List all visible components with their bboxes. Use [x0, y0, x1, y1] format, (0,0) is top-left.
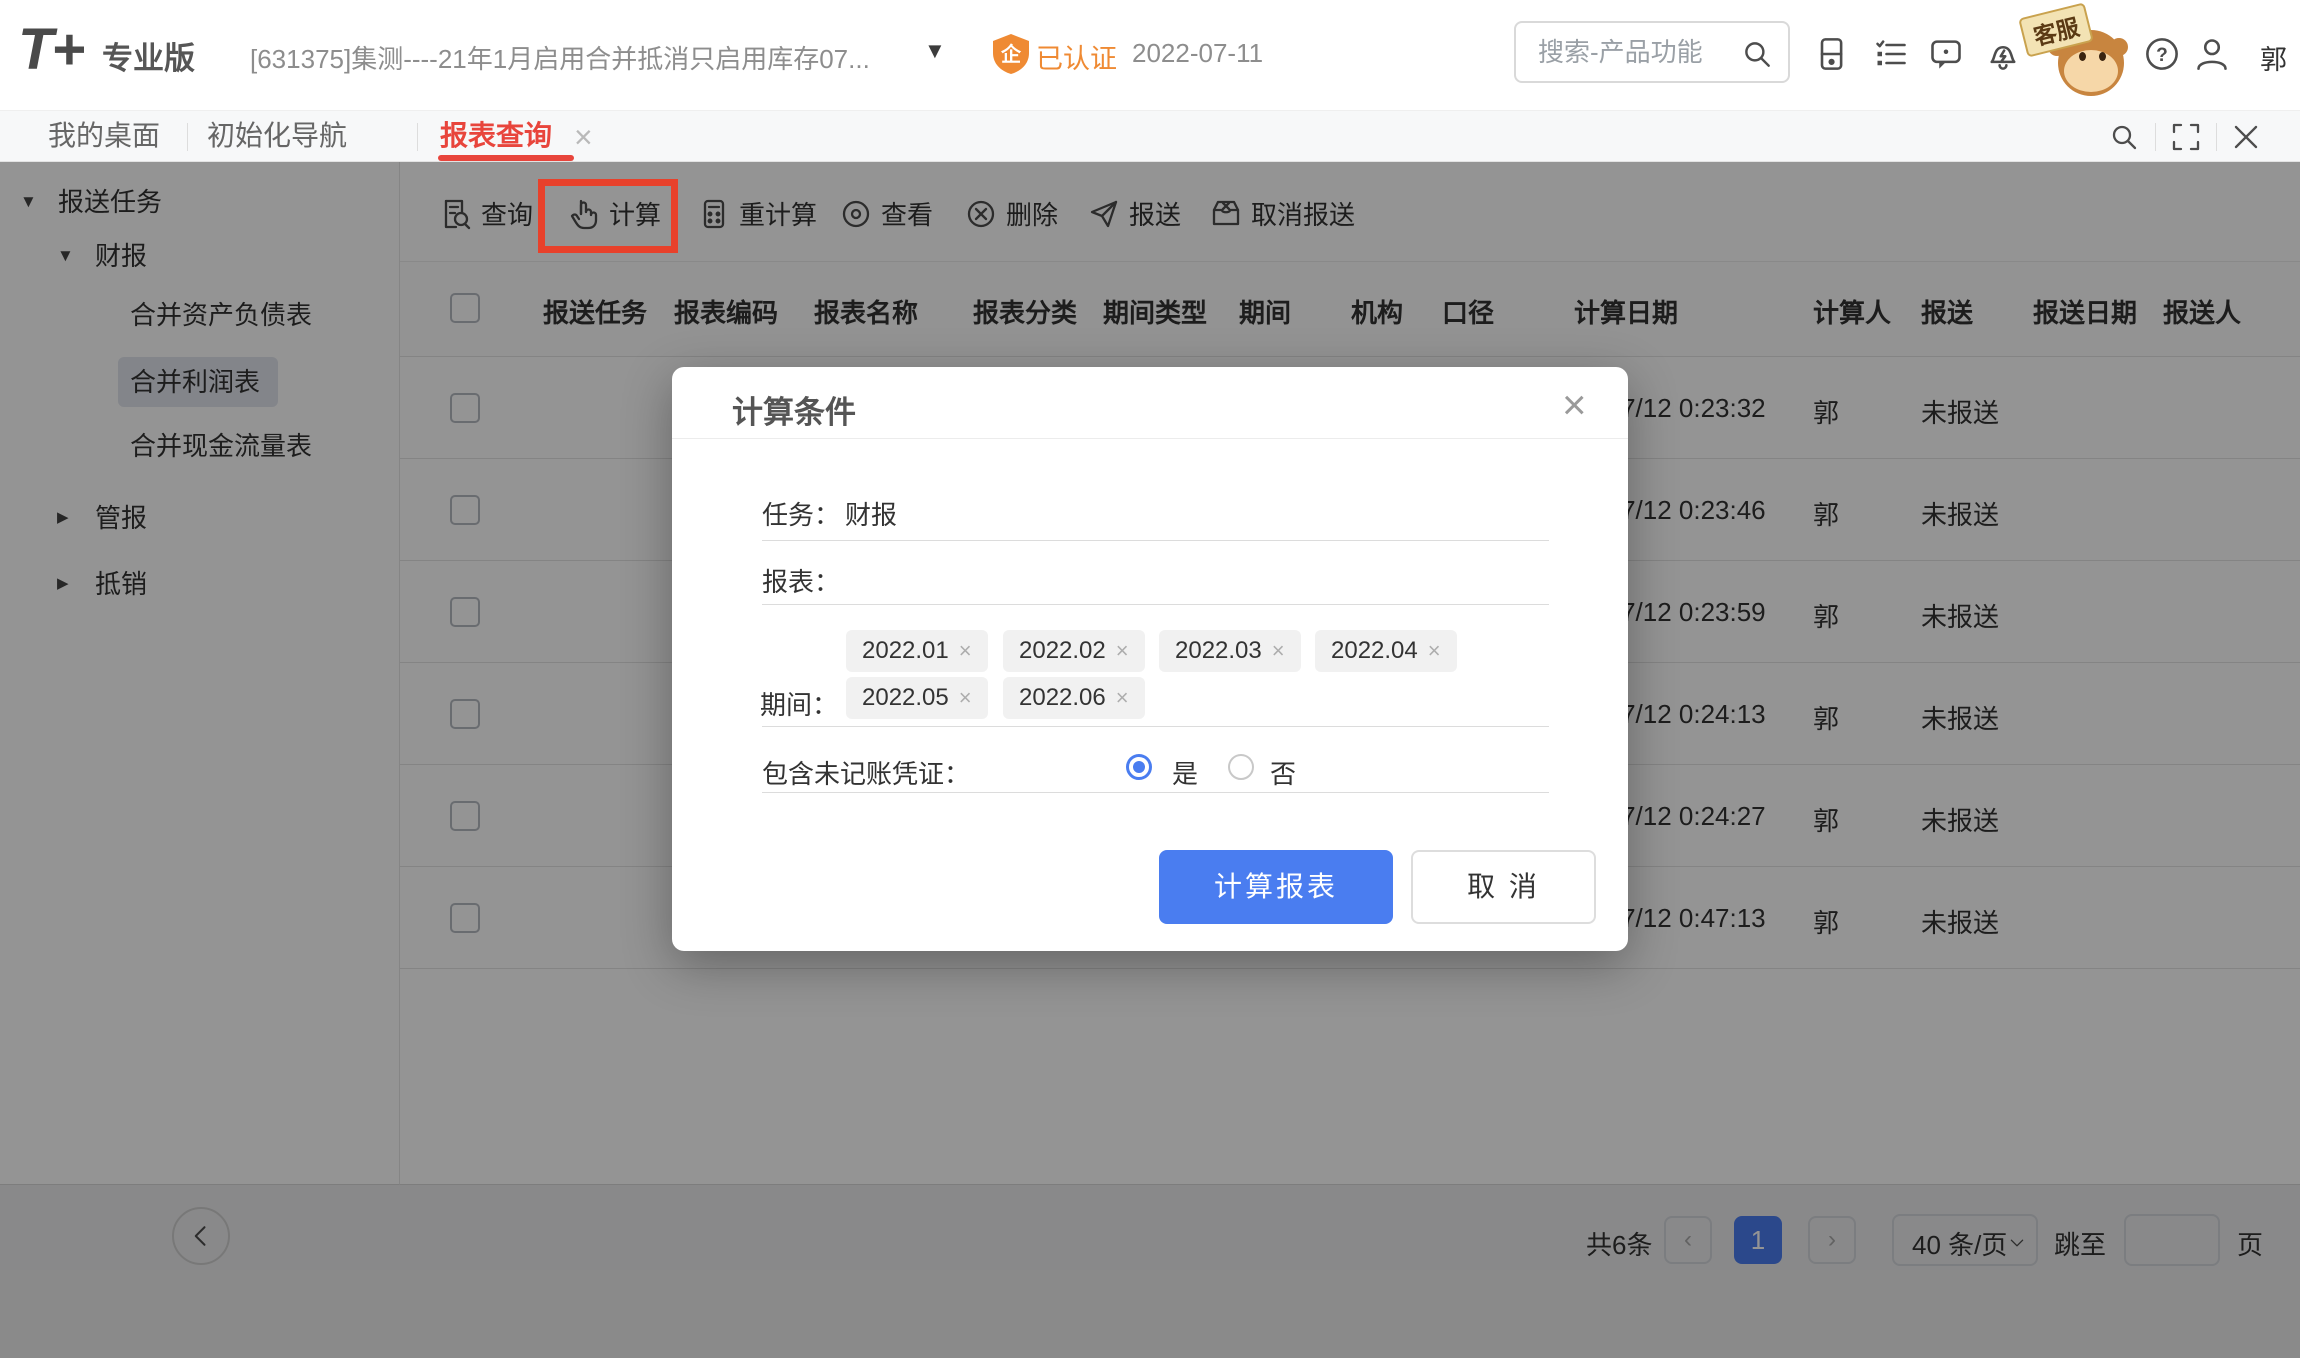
period-chip[interactable]: 2022.01 × [846, 630, 988, 672]
radio-yes-label[interactable]: 是 [1172, 754, 1198, 791]
account-title[interactable]: [631375]集测----21年1月启用合并抵消只启用库存07... [250, 39, 870, 76]
verified-shield-icon: 企 [990, 32, 1032, 76]
modal-header-divider [672, 438, 1628, 439]
tab-close-icon[interactable]: × [574, 119, 593, 156]
active-tab-underline [438, 155, 574, 161]
period-field-underline[interactable] [762, 726, 1549, 727]
period-chip[interactable]: 2022.04 × [1315, 630, 1457, 672]
product-search-box[interactable] [1514, 21, 1790, 83]
product-search-input[interactable] [1538, 29, 1738, 75]
help-icon[interactable]: ? [2144, 36, 2180, 72]
app-window: T+ 专业版 [631375]集测----21年1月启用合并抵消只启用库存07.… [0, 0, 2300, 1358]
mascot-eye [2099, 52, 2106, 61]
tab-divider [417, 123, 418, 151]
task-label: 任务： [762, 495, 840, 532]
chip-remove-icon[interactable]: × [1116, 685, 1129, 711]
chip-remove-icon[interactable]: × [1428, 638, 1441, 664]
cancel-button[interactable]: 取 消 [1411, 850, 1596, 924]
radio-yes[interactable] [1126, 754, 1152, 780]
svg-text:?: ? [2156, 45, 2168, 66]
include-unposted-label: 包含未记账凭证： [762, 754, 970, 791]
radio-no-label[interactable]: 否 [1270, 754, 1296, 791]
todo-list-icon[interactable] [1873, 36, 1909, 72]
radio-no[interactable] [1228, 754, 1254, 780]
tabbar-search-icon[interactable] [2108, 121, 2140, 153]
header-date: 2022-07-11 [1132, 38, 1263, 69]
tab-divider [187, 123, 188, 151]
chip-remove-icon[interactable]: × [1272, 638, 1285, 664]
period-chip[interactable]: 2022.06 × [1003, 677, 1145, 719]
account-dropdown-caret-icon[interactable]: ▼ [924, 38, 946, 64]
report-label: 报表： [762, 562, 840, 599]
tabbar-divider [2216, 123, 2217, 151]
modal-close-icon[interactable]: × [1562, 381, 1587, 429]
chip-remove-icon[interactable]: × [959, 638, 972, 664]
period-chip[interactable]: 2022.03 × [1159, 630, 1301, 672]
notification-bell-icon[interactable] [1985, 36, 2021, 72]
calculation-conditions-modal: 计算条件 × 任务： 财报 报表： 期间： 2022.01 × 2022.02 … [672, 367, 1628, 951]
chip-remove-icon[interactable]: × [1116, 638, 1129, 664]
include-field-underline [762, 792, 1549, 793]
tab-my-desktop[interactable]: 我的桌面 [48, 111, 160, 163]
mascot-muzzle [2064, 50, 2118, 92]
tplus-logo: T+ [18, 16, 83, 83]
report-field-underline[interactable] [762, 604, 1549, 605]
tab-bar: 我的桌面 初始化导航 报表查询 × [0, 110, 2300, 162]
tabbar-divider [2155, 123, 2156, 151]
calculator-icon[interactable] [1813, 36, 1849, 72]
fullscreen-icon[interactable] [2170, 121, 2202, 153]
search-icon[interactable] [1740, 37, 1774, 71]
period-chip[interactable]: 2022.05 × [846, 677, 988, 719]
period-label: 期间： [760, 685, 838, 722]
task-value: 财报 [845, 495, 897, 532]
verified-badge-char: 企 [1000, 42, 1022, 66]
chip-remove-icon[interactable]: × [959, 685, 972, 711]
mascot-eye [2079, 52, 2086, 61]
top-header: T+ 专业版 [631375]集测----21年1月启用合并抵消只启用库存07.… [0, 0, 2300, 110]
customer-service-mascot[interactable]: 客服 [2022, 4, 2128, 106]
calculate-report-button[interactable]: 计算报表 [1159, 850, 1393, 924]
modal-title: 计算条件 [732, 387, 856, 432]
close-page-icon[interactable] [2230, 121, 2262, 153]
user-icon[interactable] [2194, 36, 2230, 72]
verified-label: 已认证 [1036, 37, 1117, 76]
task-field-underline[interactable] [762, 540, 1549, 541]
current-username[interactable]: 郭 [2260, 38, 2287, 77]
edition-label: 专业版 [102, 33, 195, 78]
tab-init-nav[interactable]: 初始化导航 [207, 111, 347, 163]
message-icon[interactable] [1928, 36, 1964, 72]
period-chip[interactable]: 2022.02 × [1003, 630, 1145, 672]
content-area: ▼ 报送任务 ▼ 财报 合并资产负债表 合并利润表 合并现金流量表 ▶ 管报 ▶ [0, 162, 2300, 1358]
annotation-highlight-box [538, 179, 678, 253]
